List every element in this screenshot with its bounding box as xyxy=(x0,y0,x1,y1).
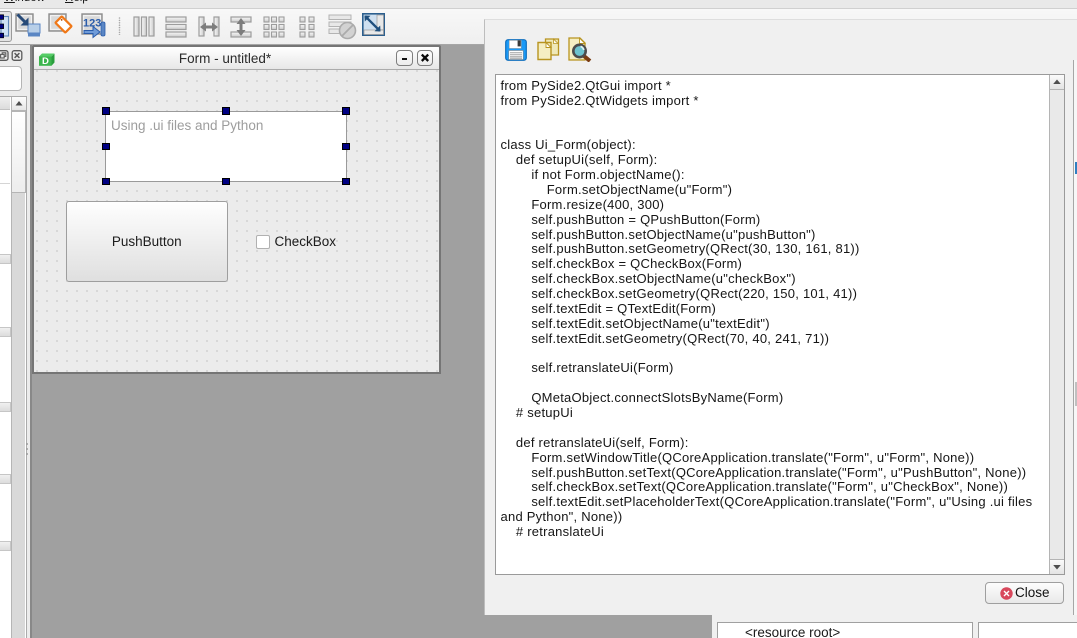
svg-text:123: 123 xyxy=(83,18,101,30)
svg-text:D: D xyxy=(42,56,49,67)
